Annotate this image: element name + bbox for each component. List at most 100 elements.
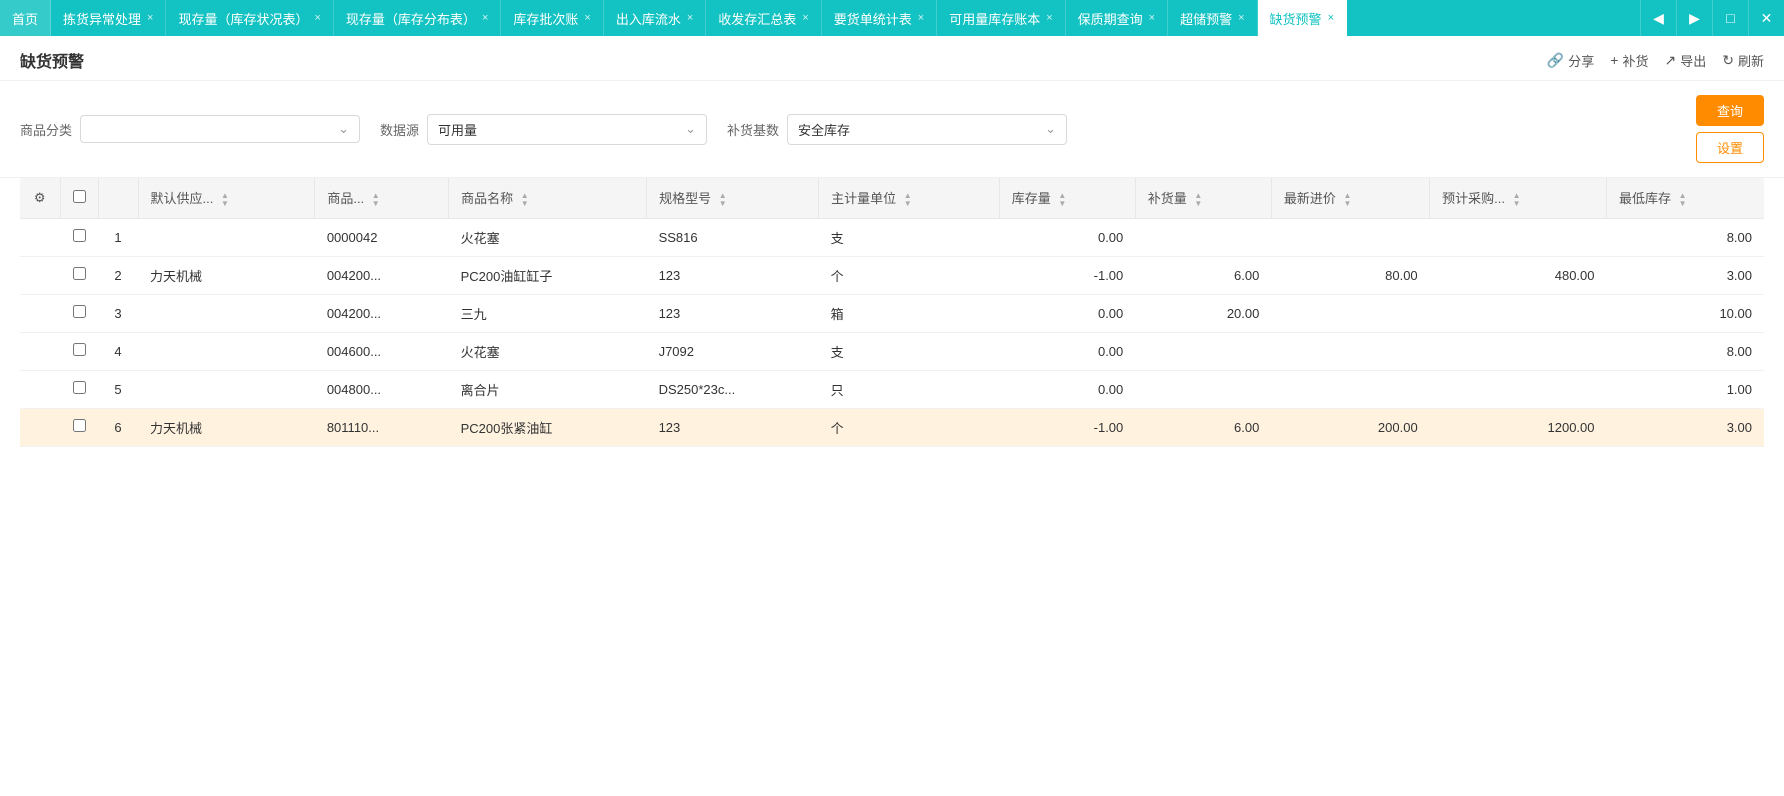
select-all-checkbox[interactable] [73,190,86,203]
row-checkbox-cell[interactable] [60,256,98,294]
row-unit: 支 [819,332,1000,370]
row-name: PC200张紧油缸 [449,408,647,446]
tab-shortage[interactable]: 缺货预警 × [1258,0,1347,36]
th-checkbox[interactable] [60,178,98,218]
nav-next-btn[interactable]: ▶ [1676,0,1712,36]
tab-batch-close[interactable]: × [584,12,590,24]
nav-prev-btn[interactable]: ◀ [1640,0,1676,36]
tab-expiry-close[interactable]: × [1149,12,1155,24]
tab-picking[interactable]: 拣货异常处理 × [51,0,166,36]
tab-order-stat[interactable]: 要货单统计表 × [822,0,937,36]
row-code: 0000042 [315,218,449,256]
row-name: 火花塞 [449,332,647,370]
row-supplier [138,294,315,332]
row-min-stock: 10.00 [1607,294,1765,332]
th-est-purchase-label: 预计采购... [1442,191,1505,206]
unit-sort-icon: ▲▼ [904,192,912,208]
th-gear[interactable]: ⚙ [20,178,60,218]
tab-collect[interactable]: 收发存汇总表 × [706,0,821,36]
supplement-base-arrow-icon: ⌄ [1045,121,1056,137]
tab-stock-status[interactable]: 现存量（库存状况表） × [166,0,333,36]
tab-stock-dist-close[interactable]: × [482,12,488,24]
tab-shortage-close[interactable]: × [1328,12,1334,24]
row-name: PC200油缸缸子 [449,256,647,294]
row-supplement [1135,218,1271,256]
query-button[interactable]: 查询 [1696,95,1764,126]
row-stock: -1.00 [999,408,1135,446]
tab-picking-close[interactable]: × [147,12,153,24]
name-sort-icon: ▲▼ [521,192,529,208]
th-est-purchase[interactable]: 预计采购... ▲▼ [1430,178,1607,218]
row-checkbox-cell[interactable] [60,218,98,256]
tab-available-label: 可用量库存账本 [949,9,1040,28]
th-code[interactable]: 商品... ▲▼ [315,178,449,218]
row-latest-price: 200.00 [1271,408,1429,446]
row-checkbox[interactable] [73,419,86,432]
settings-button[interactable]: 设置 [1696,132,1764,163]
tab-inout[interactable]: 出入库流水 × [604,0,706,36]
tab-overstock[interactable]: 超储预警 × [1168,0,1257,36]
row-checkbox-cell[interactable] [60,294,98,332]
th-supplier[interactable]: 默认供应... ▲▼ [138,178,315,218]
row-min-stock: 1.00 [1607,370,1765,408]
row-checkbox-cell[interactable] [60,332,98,370]
row-checkbox[interactable] [73,381,86,394]
row-supplier [138,218,315,256]
tab-overstock-label: 超储预警 [1180,9,1232,28]
th-spec[interactable]: 规格型号 ▲▼ [647,178,819,218]
export-button[interactable]: ↗ 导出 [1665,51,1707,70]
top-nav: 首页 拣货异常处理 × 现存量（库存状况表） × 现存量（库存分布表） × 库存… [0,0,1784,36]
share-button[interactable]: 🔗 分享 [1547,51,1594,70]
tab-overstock-close[interactable]: × [1238,12,1244,24]
row-checkbox[interactable] [73,343,86,356]
tab-inout-close[interactable]: × [687,12,693,24]
row-checkbox[interactable] [73,305,86,318]
share-label: 分享 [1568,51,1594,70]
row-checkbox[interactable] [73,267,86,280]
tab-stock-status-close[interactable]: × [314,12,320,24]
tab-available[interactable]: 可用量库存账本 × [937,0,1065,36]
th-latest-price[interactable]: 最新进价 ▲▼ [1271,178,1429,218]
tab-order-stat-close[interactable]: × [918,12,924,24]
tab-expiry[interactable]: 保质期查询 × [1066,0,1168,36]
category-select[interactable]: ⌄ [80,115,360,143]
th-supplement[interactable]: 补货量 ▲▼ [1135,178,1271,218]
row-min-stock: 3.00 [1607,408,1765,446]
row-supplier: 力天机械 [138,408,315,446]
tab-collect-close[interactable]: × [802,12,808,24]
th-stock[interactable]: 库存量 ▲▼ [999,178,1135,218]
row-checkbox[interactable] [73,229,86,242]
tab-stock-dist[interactable]: 现存量（库存分布表） × [334,0,501,36]
tab-stock-dist-label: 现存量（库存分布表） [346,9,476,28]
supplement-base-select[interactable]: 安全库存 ⌄ [787,114,1067,145]
th-unit[interactable]: 主计量单位 ▲▼ [819,178,1000,218]
nav-close-btn[interactable]: ✕ [1748,0,1784,36]
tab-collect-label: 收发存汇总表 [718,9,796,28]
tab-expiry-label: 保质期查询 [1078,9,1143,28]
th-min-stock[interactable]: 最低库存 ▲▼ [1607,178,1765,218]
table-row: 3 004200... 三九 123 箱 0.00 20.00 10.00 [20,294,1764,332]
page-header: 缺货预警 🔗 分享 + 补货 ↗ 导出 ↻ 刷新 [0,36,1784,81]
row-est-purchase: 1200.00 [1430,408,1607,446]
datasource-select[interactable]: 可用量 ⌄ [427,114,707,145]
th-latest-price-label: 最新进价 [1284,191,1336,206]
row-latest-price [1271,294,1429,332]
spec-sort-icon: ▲▼ [719,192,727,208]
table-row: 1 0000042 火花塞 SS816 支 0.00 8.00 [20,218,1764,256]
row-checkbox-cell[interactable] [60,408,98,446]
th-num [98,178,138,218]
stock-sort-icon: ▲▼ [1058,192,1066,208]
table-row: 6 力天机械 801110... PC200张紧油缸 123 个 -1.00 6… [20,408,1764,446]
supplement-button[interactable]: + 补货 [1610,51,1648,70]
row-num: 3 [98,294,138,332]
tab-batch[interactable]: 库存批次账 × [501,0,603,36]
row-checkbox-cell[interactable] [60,370,98,408]
table-header-row: ⚙ 默认供应... ▲▼ 商品... ▲▼ 商品名称 [20,178,1764,218]
tab-available-close[interactable]: × [1046,12,1052,24]
supplier-sort-icon: ▲▼ [221,192,229,208]
th-name[interactable]: 商品名称 ▲▼ [449,178,647,218]
row-code: 004200... [315,294,449,332]
tab-home[interactable]: 首页 [0,0,51,36]
nav-restore-btn[interactable]: □ [1712,0,1748,36]
refresh-button[interactable]: ↻ 刷新 [1722,51,1764,70]
